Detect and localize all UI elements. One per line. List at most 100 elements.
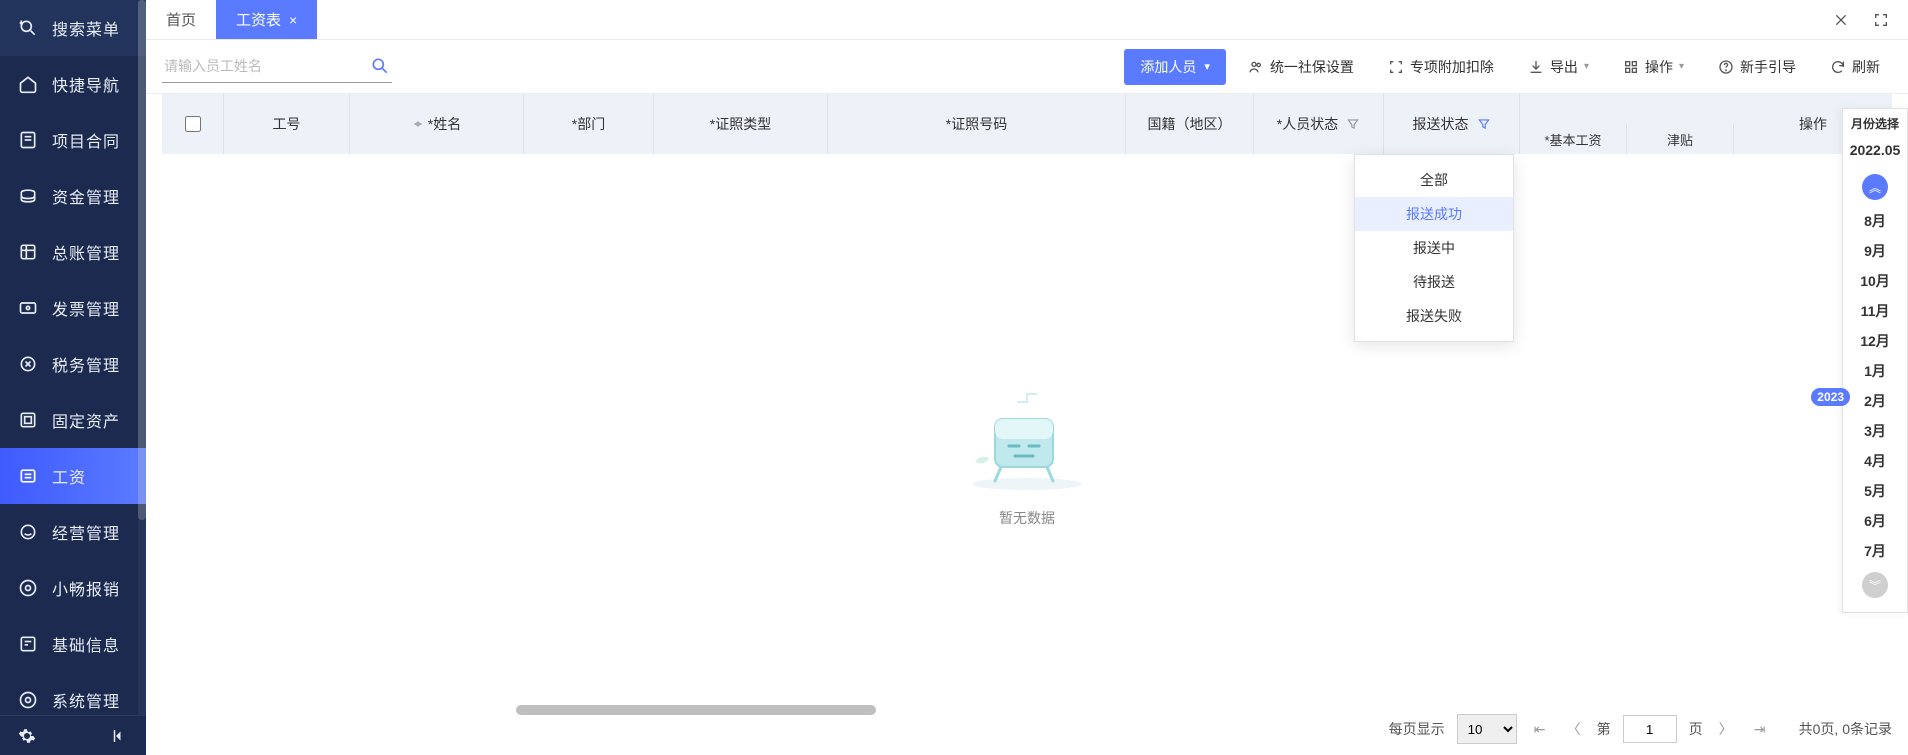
- help-icon: [1718, 59, 1734, 75]
- refresh-button[interactable]: 刷新: [1818, 49, 1892, 85]
- link-label: 操作: [1645, 57, 1673, 77]
- link-label: 刷新: [1852, 57, 1880, 77]
- sidebar-item-label: 快捷导航: [52, 72, 120, 96]
- sidebar-item-system[interactable]: 系统管理: [0, 672, 146, 715]
- month-item[interactable]: 12月: [1843, 326, 1907, 356]
- month-select-panel: 月份选择 2022.05 ︽ 8月 9月 10月 11月 12月 1月 2月 3…: [1842, 108, 1908, 613]
- sidebar-item-search[interactable]: 搜索菜单: [0, 0, 146, 56]
- chevron-down-icon: ▾: [1204, 60, 1210, 73]
- sidebar-item-label: 系统管理: [52, 688, 120, 712]
- next-page-button[interactable]: 〉: [1715, 718, 1737, 740]
- info-icon: [18, 634, 38, 654]
- gear-icon[interactable]: [18, 727, 36, 745]
- money-icon: [18, 186, 38, 206]
- th-person-status[interactable]: *人员状态: [1254, 94, 1384, 154]
- sort-icon[interactable]: [412, 116, 424, 132]
- month-item[interactable]: 4月: [1843, 446, 1907, 476]
- month-scroll-down[interactable]: ︾: [1862, 572, 1888, 598]
- th-nationality[interactable]: 国籍（地区）: [1126, 94, 1254, 154]
- prev-page-button[interactable]: 〈: [1563, 718, 1585, 740]
- salary-icon: [18, 466, 38, 486]
- sidebar-item-funds[interactable]: 资金管理: [0, 168, 146, 224]
- tab-salary-sheet[interactable]: 工资表 ×: [216, 0, 317, 39]
- filter-option-success[interactable]: 报送成功: [1355, 197, 1513, 231]
- table-area: 工号 *姓名 *部门 *证照类型 *证照号码 国籍（地区） *人员状态 报送状态…: [146, 94, 1908, 755]
- close-icon[interactable]: ×: [289, 12, 297, 28]
- filter-option-wait[interactable]: 待报送: [1355, 265, 1513, 299]
- sidebar-item-label: 项目合同: [52, 128, 120, 152]
- month-panel-selected: 2022.05: [1843, 138, 1907, 168]
- social-settings-button[interactable]: 统一社保设置: [1236, 49, 1366, 85]
- sidebar-item-label: 基础信息: [52, 632, 120, 656]
- home-icon: [18, 74, 38, 94]
- button-label: 添加人员: [1140, 57, 1196, 77]
- fullscreen-button[interactable]: [1864, 3, 1898, 37]
- sidebar-item-label: 搜索菜单: [52, 16, 120, 40]
- filter-icon[interactable]: [1346, 117, 1360, 131]
- main: 首页 工资表 × 添加人员 ▾ 统一社保: [146, 0, 1908, 755]
- sidebar-item-invoice[interactable]: 发票管理: [0, 280, 146, 336]
- sidebar-item-expense[interactable]: 小畅报销: [0, 560, 146, 616]
- export-button[interactable]: 导出 ▾: [1516, 49, 1601, 85]
- month-item[interactable]: 7月: [1843, 536, 1907, 566]
- th-id-no[interactable]: *证照号码: [828, 94, 1126, 154]
- expense-icon: [18, 578, 38, 598]
- month-item[interactable]: 1月: [1843, 356, 1907, 386]
- sidebar: 搜索菜单 快捷导航 项目合同 资金管理 总账管理 发票管理: [0, 0, 146, 755]
- month-item[interactable]: 5月: [1843, 476, 1907, 506]
- month-item[interactable]: 6月: [1843, 506, 1907, 536]
- operate-button[interactable]: 操作 ▾: [1611, 49, 1696, 85]
- sidebar-item-label: 工资: [52, 464, 86, 488]
- month-item[interactable]: 2月: [1843, 386, 1907, 416]
- sidebar-item-quicknav[interactable]: 快捷导航: [0, 56, 146, 112]
- th-dept[interactable]: *部门: [524, 94, 654, 154]
- th-id-type[interactable]: *证照类型: [654, 94, 828, 154]
- sidebar-item-salary[interactable]: 工资: [0, 448, 146, 504]
- sidebar-item-baseinfo[interactable]: 基础信息: [0, 616, 146, 672]
- deduction-button[interactable]: 专项附加扣除: [1376, 49, 1506, 85]
- month-item[interactable]: 3月: [1843, 416, 1907, 446]
- month-item[interactable]: 9月: [1843, 236, 1907, 266]
- sidebar-scrollbar[interactable]: [138, 0, 146, 715]
- th-emp-no[interactable]: 工号: [224, 94, 350, 154]
- page-summary: 共0页, 0条记录: [1799, 719, 1892, 739]
- page-suffix: 页: [1689, 719, 1703, 739]
- month-panel-header: 月份选择: [1843, 109, 1907, 138]
- tab-label: 首页: [166, 9, 196, 30]
- sidebar-item-assets[interactable]: 固定资产: [0, 392, 146, 448]
- first-page-button[interactable]: ⇤: [1529, 718, 1551, 740]
- sidebar-item-ledger[interactable]: 总账管理: [0, 224, 146, 280]
- month-item[interactable]: 10月: [1843, 266, 1907, 296]
- month-item[interactable]: 8月: [1843, 206, 1907, 236]
- link-label: 统一社保设置: [1270, 57, 1354, 77]
- sidebar-item-business[interactable]: 经营管理: [0, 504, 146, 560]
- sidebar-item-label: 经营管理: [52, 520, 120, 544]
- tab-close-button[interactable]: [1824, 3, 1858, 37]
- guide-button[interactable]: 新手引导: [1706, 49, 1808, 85]
- sidebar-item-tax[interactable]: 税务管理: [0, 336, 146, 392]
- select-all-checkbox[interactable]: [185, 116, 201, 132]
- search-input[interactable]: [162, 51, 392, 83]
- month-scroll-up[interactable]: ︽: [1862, 174, 1888, 200]
- th-base-salary[interactable]: *基本工资: [1520, 124, 1627, 154]
- filter-option-pending[interactable]: 报送中: [1355, 231, 1513, 265]
- business-icon: [18, 522, 38, 542]
- page-input[interactable]: [1623, 715, 1677, 743]
- th-name[interactable]: *姓名: [350, 94, 524, 154]
- month-item[interactable]: 11月: [1843, 296, 1907, 326]
- filter-option-all[interactable]: 全部: [1355, 163, 1513, 197]
- filter-icon[interactable]: [1477, 117, 1491, 131]
- empty-text: 暂无数据: [957, 508, 1097, 528]
- add-person-button[interactable]: 添加人员 ▾: [1124, 49, 1226, 85]
- tab-home[interactable]: 首页: [146, 0, 216, 39]
- toolbar: 添加人员 ▾ 统一社保设置 专项附加扣除 导出 ▾ 操作 ▾: [146, 40, 1908, 94]
- refresh-icon: [1830, 59, 1846, 75]
- th-report-status[interactable]: 报送状态 全部 报送成功 报送中 待报送 报送失败: [1384, 94, 1520, 154]
- th-allowance[interactable]: 津贴: [1627, 124, 1734, 154]
- filter-option-fail[interactable]: 报送失败: [1355, 299, 1513, 333]
- search-icon[interactable]: [370, 56, 390, 76]
- sidebar-item-contract[interactable]: 项目合同: [0, 112, 146, 168]
- collapse-icon[interactable]: [110, 727, 128, 745]
- per-page-select[interactable]: 10: [1457, 714, 1517, 744]
- last-page-button[interactable]: ⇥: [1749, 718, 1771, 740]
